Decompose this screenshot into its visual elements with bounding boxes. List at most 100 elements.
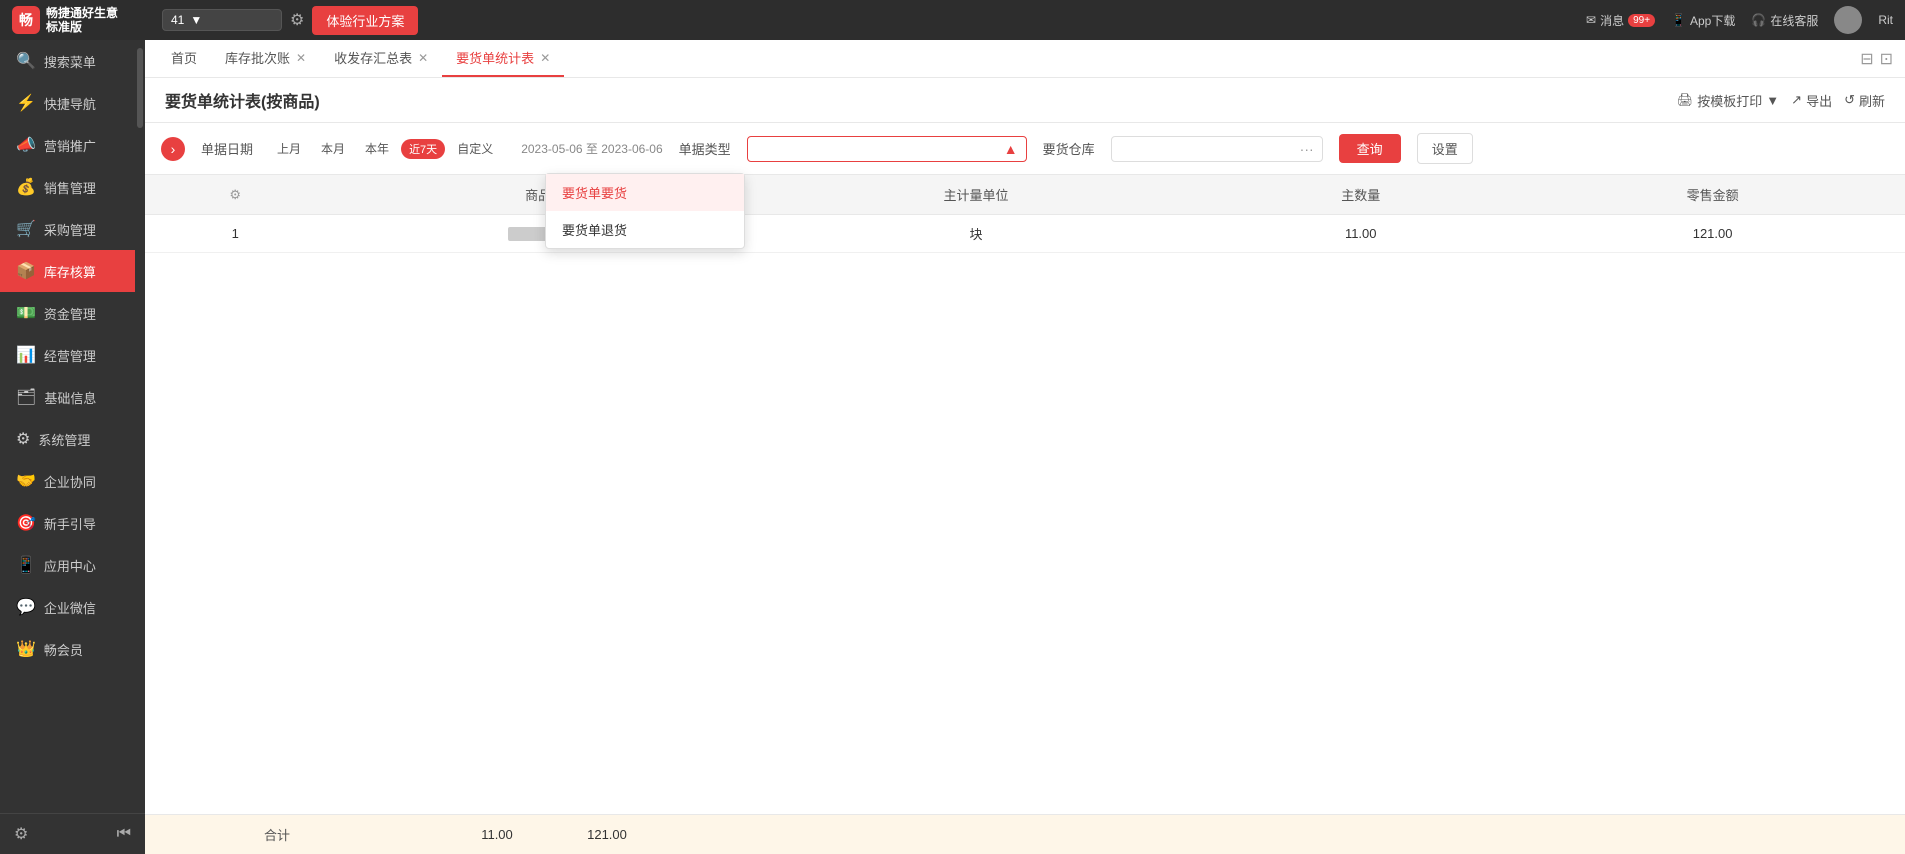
avatar[interactable]	[1834, 6, 1862, 34]
custom-date-btn[interactable]: 自定义	[449, 137, 501, 160]
handshake-icon: 🤝	[16, 471, 36, 491]
table-row: 1 块 11.00 121.00	[145, 215, 1905, 253]
mobile-icon: 📱	[16, 555, 36, 575]
crown-icon: 👑	[16, 639, 36, 659]
this-month-btn[interactable]: 本月	[313, 137, 353, 160]
type-selector-input[interactable]	[756, 141, 1004, 156]
export-btn[interactable]: ↗ 导出	[1791, 91, 1832, 110]
headset-icon: 🎧	[1751, 13, 1766, 27]
industry-btn[interactable]: 体验行业方案	[312, 6, 418, 35]
store-number: 41	[171, 13, 184, 27]
col-settings-icon[interactable]: ⚙	[229, 187, 241, 202]
sidebar-item-marketing[interactable]: 📣 营销推广	[0, 124, 135, 166]
sidebar-item-sales[interactable]: 💰 销售管理	[0, 166, 135, 208]
dropdown-item-requisition[interactable]: 要货单要货	[546, 174, 744, 211]
app-logo: 畅 畅捷通好生意 标准版	[12, 6, 152, 35]
store-dropdown-arrow: ▼	[190, 13, 202, 27]
col-amount: 零售金额	[1520, 175, 1905, 215]
sidebar-item-quick-nav[interactable]: ⚡ 快捷导航	[0, 82, 135, 124]
cart-icon: 🛒	[16, 219, 36, 239]
app-download-item[interactable]: 📱 App下载	[1671, 12, 1735, 29]
date-quick-btns: 上月 本月 本年 近7天 自定义	[269, 137, 501, 160]
tab-minimize-icon[interactable]: ⊟	[1860, 49, 1873, 69]
warehouse-selector[interactable]: ···	[1111, 136, 1323, 162]
sidebar-item-inventory[interactable]: 📦 库存核算	[0, 250, 135, 292]
messages-item[interactable]: ✉ 消息 99+	[1586, 12, 1655, 29]
export-icon: ↗	[1791, 92, 1802, 108]
sidebar-label-wechat: 企业微信	[44, 598, 96, 617]
message-icon: ✉	[1586, 13, 1596, 27]
last-7days-btn[interactable]: 近7天	[401, 139, 445, 159]
tab-home[interactable]: 首页	[157, 40, 211, 77]
online-service-item[interactable]: 🎧 在线客服	[1751, 12, 1818, 29]
sidebar-label-finance: 资金管理	[44, 304, 96, 323]
warehouse-input[interactable]	[1120, 141, 1296, 156]
this-year-btn[interactable]: 本年	[357, 137, 397, 160]
sidebar-item-purchase[interactable]: 🛒 采购管理	[0, 208, 135, 250]
scroll-indicator	[137, 48, 143, 128]
footer-label: 合计	[217, 825, 337, 844]
settings-gear-icon[interactable]: ⚙	[290, 10, 304, 30]
col-quantity: 主数量	[1201, 175, 1520, 215]
tab-home-label: 首页	[171, 48, 197, 67]
col-settings[interactable]: ⚙	[145, 175, 325, 215]
sidebar-item-system[interactable]: ⚙ 系统管理	[0, 418, 135, 460]
store-selector[interactable]: 41 ▼	[162, 9, 282, 31]
print-dropdown-icon: ▼	[1766, 93, 1779, 108]
refresh-btn[interactable]: ↺ 刷新	[1844, 91, 1885, 110]
type-selector[interactable]: ▲	[747, 136, 1027, 162]
sidebar-item-wechat[interactable]: 💬 企业微信	[0, 586, 135, 628]
row-unit: 块	[751, 215, 1202, 253]
sidebar-label-sales: 销售管理	[44, 178, 96, 197]
sidebar-label-quick-nav: 快捷导航	[44, 94, 96, 113]
tab-order-stats-close[interactable]: ✕	[540, 51, 550, 65]
sidebar: 🔍 搜索菜单 ⚡ 快捷导航 📣 营销推广 💰 销售管理 🛒 采购管理	[0, 40, 145, 854]
page-title: 要货单统计表(按商品)	[165, 88, 320, 112]
last-month-btn[interactable]: 上月	[269, 137, 309, 160]
settings-button[interactable]: 设置	[1417, 133, 1473, 164]
type-dropdown: 要货单要货 要货单退货	[545, 173, 745, 249]
sidebar-item-guide[interactable]: 🎯 新手引导	[0, 502, 135, 544]
footer-quantity: 11.00	[437, 827, 557, 842]
tab-batch-account-close[interactable]: ✕	[296, 51, 306, 65]
chart-icon: 📊	[16, 345, 36, 365]
data-table: ⚙ 商品 主计量单位 主数量 零售金额 1	[145, 175, 1905, 253]
sidebar-item-basic-info[interactable]: 🗂 基础信息	[0, 376, 135, 418]
tab-maximize-icon[interactable]: ⊡	[1880, 49, 1893, 69]
folder-icon: 🗂	[16, 387, 36, 407]
sidebar-item-operations[interactable]: 📊 经营管理	[0, 334, 135, 376]
sidebar-label-system: 系统管理	[38, 430, 90, 449]
date-filter-label: 单据日期	[201, 139, 253, 158]
tab-receivable-close[interactable]: ✕	[418, 51, 428, 65]
tabbar: 首页 库存批次账 ✕ 收发存汇总表 ✕ 要货单统计表 ✕ ⊟ ⊡	[145, 40, 1905, 78]
megaphone-icon: 📣	[16, 135, 36, 155]
collapse-icon[interactable]: ⏮	[117, 825, 131, 843]
sidebar-label-operations: 经营管理	[44, 346, 96, 365]
tab-order-stats[interactable]: 要货单统计表 ✕	[442, 40, 564, 77]
tab-batch-account[interactable]: 库存批次账 ✕	[211, 40, 320, 77]
messages-badge: 99+	[1628, 14, 1655, 27]
content-area: 首页 库存批次账 ✕ 收发存汇总表 ✕ 要货单统计表 ✕ ⊟ ⊡ 要	[145, 40, 1905, 854]
box-icon: 📦	[16, 261, 36, 281]
warehouse-more-icon[interactable]: ···	[1300, 141, 1314, 157]
print-btn[interactable]: 🖨 按模板打印 ▼	[1677, 91, 1779, 110]
footer-amount: 121.00	[557, 827, 657, 842]
filter-row: › 单据日期 上月 本月 本年 近7天 自定义 2023-05-06 至 202…	[161, 133, 1889, 164]
settings-footer-icon[interactable]: ⚙	[14, 824, 28, 844]
expand-toggle-btn[interactable]: ›	[161, 137, 185, 161]
tab-receivable-label: 收发存汇总表	[334, 48, 412, 67]
sidebar-item-member[interactable]: 👑 畅会员	[0, 628, 135, 670]
topbar: 畅 畅捷通好生意 标准版 41 ▼ ⚙ 体验行业方案 ✉ 消息 99+ 📱 Ap…	[0, 0, 1905, 40]
user-name: Rit	[1878, 13, 1893, 27]
topbar-center: 41 ▼ ⚙ 体验行业方案	[162, 6, 1576, 35]
sidebar-item-app-center[interactable]: 📱 应用中心	[0, 544, 135, 586]
query-button[interactable]: 查询	[1339, 134, 1401, 163]
dropdown-item-return[interactable]: 要货单退货	[546, 211, 744, 248]
sidebar-item-enterprise[interactable]: 🤝 企业协同	[0, 460, 135, 502]
sidebar-item-search-menu[interactable]: 🔍 搜索菜单	[0, 40, 135, 82]
table-footer: 合计 11.00 121.00	[145, 814, 1905, 854]
tab-receivable[interactable]: 收发存汇总表 ✕	[320, 40, 442, 77]
tab-order-stats-label: 要货单统计表	[456, 48, 534, 67]
type-selector-arrow-up[interactable]: ▲	[1004, 141, 1018, 157]
sidebar-item-finance[interactable]: 💵 资金管理	[0, 292, 135, 334]
